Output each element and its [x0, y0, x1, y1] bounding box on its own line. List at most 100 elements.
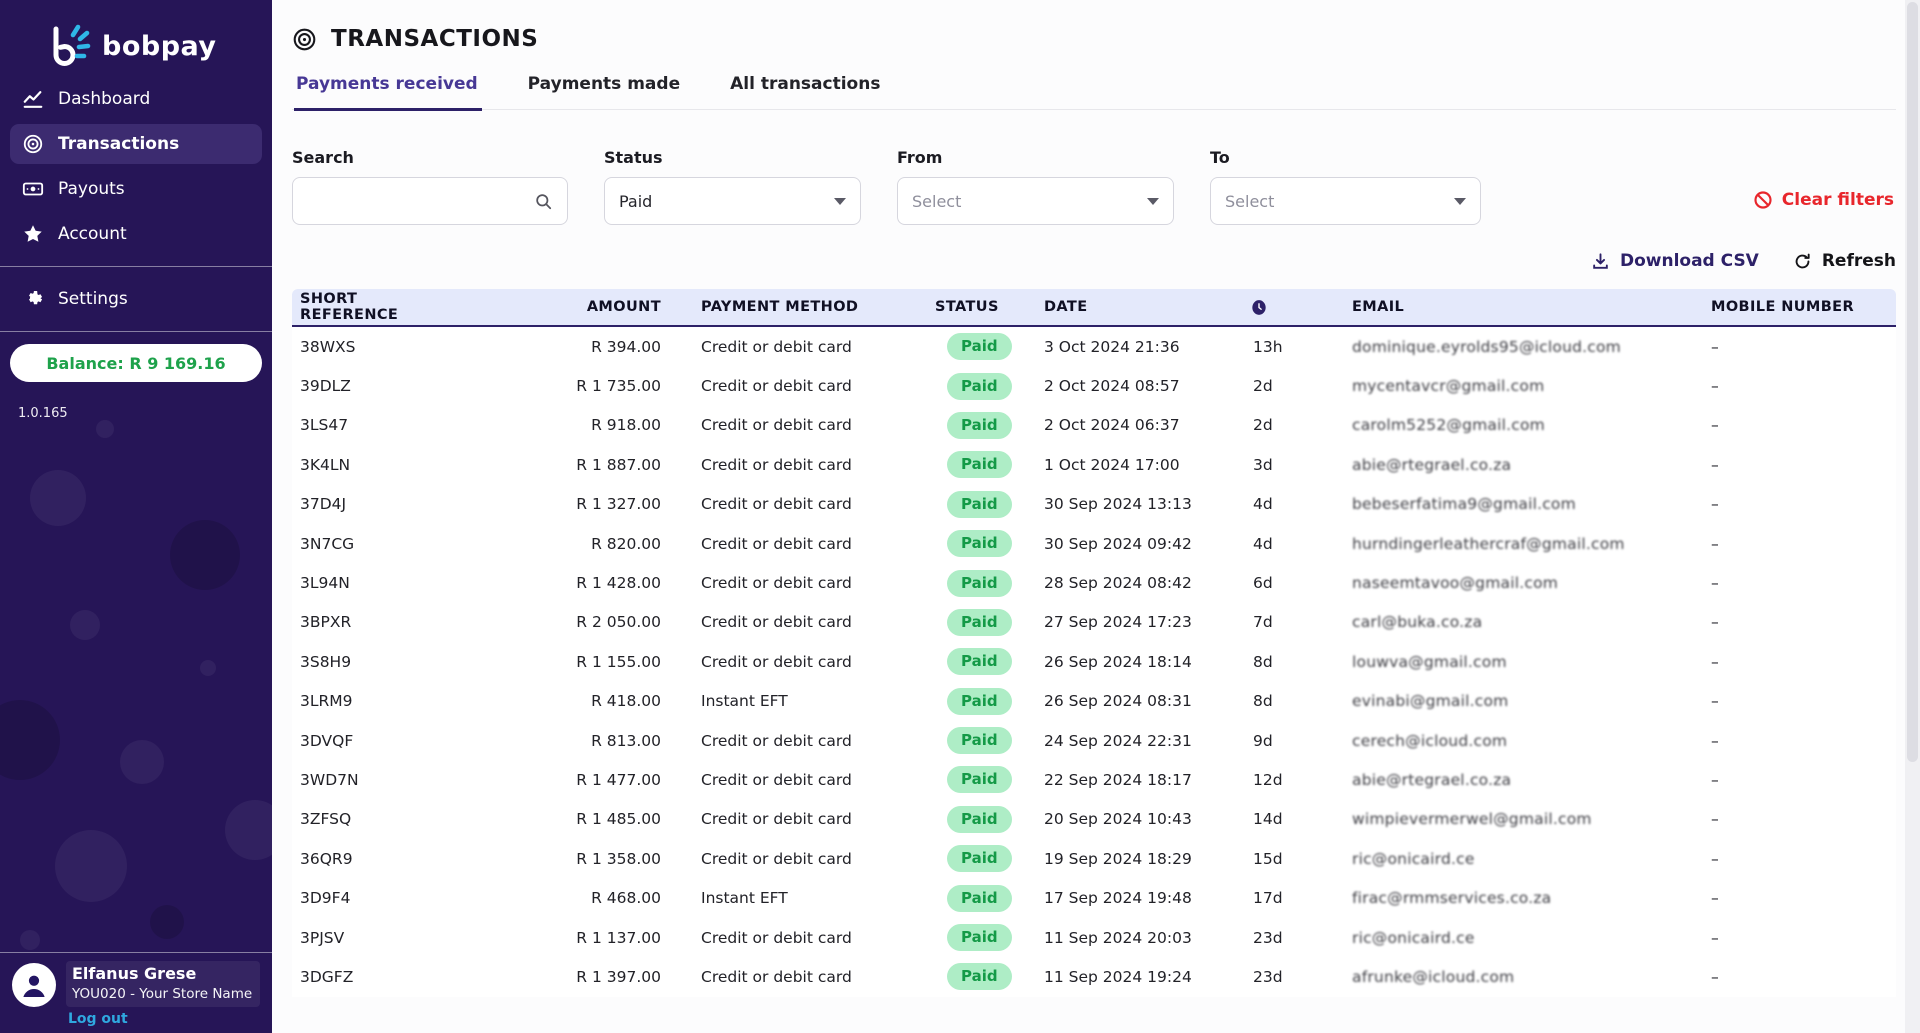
cell-date: 1 Oct 2024 17:00 [1044, 455, 1180, 474]
sidebar-item-account[interactable]: Account [10, 214, 262, 254]
cell-status: Paid [935, 411, 1043, 439]
cell-age: 17d [1253, 889, 1283, 908]
cell-short-reference: 3WD7N [300, 770, 359, 789]
clear-filters-label: Clear filters [1781, 190, 1894, 210]
tab-payments-made[interactable]: Payments made [526, 74, 684, 109]
scrollbar-thumb[interactable] [1907, 2, 1918, 762]
sidebar-item-label: Transactions [58, 134, 180, 154]
cell-status: Paid [935, 490, 1043, 518]
cell-email: cerech@icloud.com [1352, 731, 1508, 750]
sidebar-item-payouts[interactable]: Payouts [10, 169, 262, 209]
to-select-placeholder: Select [1225, 191, 1275, 211]
table-row[interactable]: 38WXS R 394.00 Credit or debit card Paid… [292, 327, 1896, 367]
cell-email: ric@onicaird.ce [1352, 928, 1475, 947]
cell-amount: R 1 477.00 [576, 770, 661, 789]
tab-all-transactions[interactable]: All transactions [728, 74, 884, 109]
refresh-label: Refresh [1821, 251, 1896, 271]
cell-date: 11 Sep 2024 20:03 [1044, 928, 1192, 947]
clock-icon [1252, 299, 1266, 315]
cell-date: 11 Sep 2024 19:24 [1044, 967, 1192, 986]
cell-age: 2d [1253, 416, 1273, 435]
status-select[interactable]: Paid [604, 177, 861, 225]
search-label: Search [292, 148, 354, 167]
cell-email: dominique.eyrolds95@icloud.com [1352, 337, 1621, 356]
sidebar-item-dashboard[interactable]: Dashboard [10, 79, 262, 119]
logo-text: bobpay [102, 30, 217, 62]
tab-bar: Payments received Payments made All tran… [292, 74, 1896, 111]
user-block: Elfanus Grese YOU020 - Your Store Name L… [0, 952, 272, 1033]
cell-payment-method: Credit or debit card [701, 849, 852, 868]
cell-email: mycentavcr@gmail.com [1352, 377, 1545, 396]
status-badge: Paid [947, 333, 1012, 361]
table-row[interactable]: 3S8H9 R 1 155.00 Credit or debit card Pa… [292, 642, 1896, 682]
table-row[interactable]: 3DGFZ R 1 397.00 Credit or debit card Pa… [292, 957, 1896, 997]
table-row[interactable]: 3N7CG R 820.00 Credit or debit card Paid… [292, 523, 1896, 564]
status-badge: Paid [947, 372, 1012, 400]
cell-date: 17 Sep 2024 19:48 [1044, 889, 1192, 908]
table-row[interactable]: 3DVQF R 813.00 Credit or debit card Paid… [292, 720, 1896, 761]
table-header: SHORT REFERENCE AMOUNT PAYMENT METHOD ST… [292, 289, 1896, 327]
logout-link[interactable]: Log out [68, 1011, 128, 1027]
clear-filters-button[interactable]: Clear filters [1753, 190, 1894, 210]
table-row[interactable]: 3LS47 R 918.00 Credit or debit card Paid… [292, 405, 1896, 446]
table-row[interactable]: 3BPXR R 2 050.00 Credit or debit card Pa… [292, 602, 1896, 643]
cell-mobile-number: – [1711, 810, 1719, 829]
cell-payment-method: Credit or debit card [701, 967, 852, 986]
cell-age: 8d [1253, 692, 1273, 711]
cell-age: 15d [1253, 849, 1283, 868]
cell-age: 6d [1253, 574, 1273, 593]
cell-date: 19 Sep 2024 18:29 [1044, 849, 1192, 868]
table-row[interactable]: 3PJSV R 1 137.00 Credit or debit card Pa… [292, 917, 1896, 958]
cell-email: abie@rtegrael.co.za [1352, 770, 1512, 789]
cell-short-reference: 3K4LN [300, 455, 351, 474]
col-status: STATUS [935, 299, 999, 315]
status-badge: Paid [947, 963, 1012, 991]
tab-payments-received[interactable]: Payments received [294, 74, 482, 111]
cell-mobile-number: – [1711, 928, 1719, 947]
scrollbar[interactable] [1905, 0, 1920, 1033]
cell-status: Paid [935, 687, 1043, 715]
table-row[interactable]: 3K4LN R 1 887.00 Credit or debit card Pa… [292, 445, 1896, 485]
sidebar-item-transactions[interactable]: Transactions [10, 124, 262, 164]
cell-short-reference: 3LRM9 [300, 692, 353, 711]
cell-amount: R 1 887.00 [576, 455, 661, 474]
table-row[interactable]: 39DLZ R 1 735.00 Credit or debit card Pa… [292, 366, 1896, 406]
avatar [12, 963, 56, 1007]
cell-mobile-number: – [1711, 495, 1719, 514]
cell-age: 9d [1253, 731, 1273, 750]
filter-bar: Search Status Paid From Select To Select… [292, 148, 1896, 225]
search-icon [536, 193, 552, 209]
to-select[interactable]: Select [1210, 177, 1481, 225]
status-badge: Paid [947, 805, 1012, 833]
table-row[interactable]: 3LRM9 R 418.00 Instant EFT Paid 26 Sep 2… [292, 681, 1896, 721]
table-row[interactable]: 3D9F4 R 468.00 Instant EFT Paid 17 Sep 2… [292, 878, 1896, 918]
refresh-button[interactable]: Refresh [1793, 251, 1896, 271]
table-row[interactable]: 3ZFSQ R 1 485.00 Credit or debit card Pa… [292, 799, 1896, 840]
table-body: 38WXS R 394.00 Credit or debit card Paid… [292, 327, 1896, 997]
cell-mobile-number: – [1711, 652, 1719, 671]
status-badge: Paid [947, 411, 1012, 439]
to-label: To [1210, 148, 1230, 167]
sidebar-item-settings[interactable]: Settings [10, 279, 262, 319]
download-csv-button[interactable]: Download CSV [1591, 251, 1759, 271]
from-select[interactable]: Select [897, 177, 1174, 225]
table-row[interactable]: 37D4J R 1 327.00 Credit or debit card Pa… [292, 484, 1896, 524]
cell-email: firac@rmmservices.co.za [1352, 889, 1552, 908]
status-badge: Paid [947, 451, 1012, 479]
table-row[interactable]: 3WD7N R 1 477.00 Credit or debit card Pa… [292, 760, 1896, 800]
table-row[interactable]: 36QR9 R 1 358.00 Credit or debit card Pa… [292, 839, 1896, 879]
search-input[interactable] [307, 191, 534, 211]
cell-status: Paid [935, 569, 1043, 597]
cell-payment-method: Credit or debit card [701, 377, 852, 396]
status-select-value: Paid [619, 191, 653, 211]
cell-status: Paid [935, 963, 1043, 991]
cell-short-reference: 36QR9 [300, 849, 353, 868]
cell-payment-method: Credit or debit card [701, 810, 852, 829]
cell-short-reference: 3DGFZ [300, 967, 354, 986]
cell-email: afrunke@icloud.com [1352, 967, 1515, 986]
app-version: 1.0.165 [18, 406, 68, 421]
cell-amount: R 918.00 [591, 416, 661, 435]
table-row[interactable]: 3L94N R 1 428.00 Credit or debit card Pa… [292, 563, 1896, 603]
cell-mobile-number: – [1711, 692, 1719, 711]
cell-status: Paid [935, 924, 1043, 952]
